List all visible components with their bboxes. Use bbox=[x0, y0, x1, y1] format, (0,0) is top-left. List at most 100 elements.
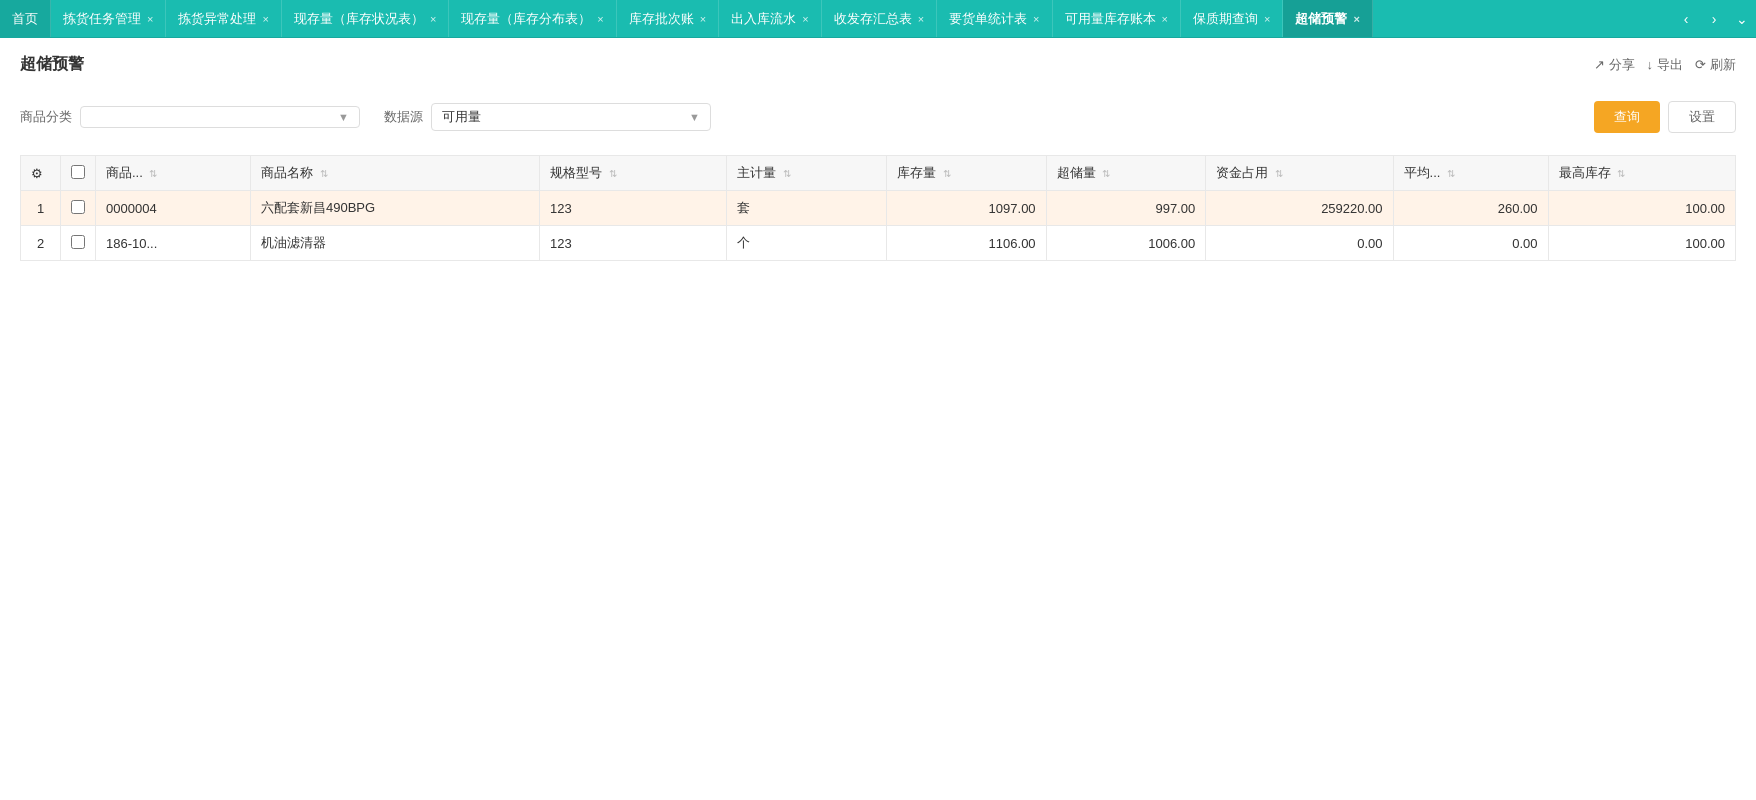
nav-pick-task[interactable]: 拣货任务管理 × bbox=[51, 0, 166, 37]
nav-label: 出入库流水 bbox=[731, 10, 796, 28]
top-navigation: 首页 拣货任务管理 × 拣货异常处理 × 现存量（库存状况表） × 现存量（库存… bbox=[0, 0, 1756, 38]
nav-shelf-life[interactable]: 保质期查询 × bbox=[1181, 0, 1283, 37]
nav-batch-account[interactable]: 库存批次账 × bbox=[617, 0, 719, 37]
nav-next-arrow[interactable]: › bbox=[1700, 0, 1728, 37]
cell-product-name: 六配套新昌490BPG bbox=[250, 191, 539, 226]
th-spec[interactable]: 规格型号 ⇅ bbox=[540, 156, 727, 191]
th-stock-label: 库存量 bbox=[897, 165, 936, 180]
nav-close-pick-task[interactable]: × bbox=[147, 13, 153, 25]
datasource-value: 可用量 bbox=[442, 108, 481, 126]
nav-label: 库存批次账 bbox=[629, 10, 694, 28]
category-filter: 商品分类 ▼ bbox=[20, 106, 360, 128]
th-overstock-label: 超储量 bbox=[1057, 165, 1096, 180]
cell-product-code: 186-10... bbox=[96, 226, 251, 261]
nav-label: 保质期查询 bbox=[1193, 10, 1258, 28]
th-stock[interactable]: 库存量 ⇅ bbox=[887, 156, 1047, 191]
category-chevron-icon: ▼ bbox=[338, 111, 349, 123]
page-header: 超储预警 ↗ 分享 ↓ 导出 ⟳ 刷新 bbox=[20, 54, 1736, 75]
row-checkbox-cell[interactable] bbox=[61, 226, 96, 261]
share-icon: ↗ bbox=[1594, 57, 1605, 72]
nav-prev-arrow[interactable]: ‹ bbox=[1672, 0, 1700, 37]
datasource-label: 数据源 bbox=[384, 108, 423, 126]
sort-icon-avg: ⇅ bbox=[1447, 168, 1455, 179]
nav-close-inout-flow[interactable]: × bbox=[802, 13, 808, 25]
row-number: 2 bbox=[21, 226, 61, 261]
nav-close-shelf-life[interactable]: × bbox=[1264, 13, 1270, 25]
nav-pick-exception[interactable]: 拣货异常处理 × bbox=[166, 0, 281, 37]
th-unit-label: 主计量 bbox=[737, 165, 776, 180]
category-select[interactable]: ▼ bbox=[80, 106, 360, 128]
nav-close-stock-status[interactable]: × bbox=[430, 13, 436, 25]
row-checkbox-cell[interactable] bbox=[61, 191, 96, 226]
nav-close-summary[interactable]: × bbox=[918, 13, 924, 25]
nav-close-overstock-warning[interactable]: × bbox=[1353, 13, 1359, 25]
main-content: 超储预警 ↗ 分享 ↓ 导出 ⟳ 刷新 商品分类 ▼ 数据源 bbox=[0, 38, 1756, 800]
data-table: ⚙ 商品... ⇅ 商品名称 ⇅ 规格型号 ⇅ 主计量 bbox=[20, 155, 1736, 261]
sort-icon-capital: ⇅ bbox=[1275, 168, 1283, 179]
cell-avg: 260.00 bbox=[1393, 191, 1548, 226]
cell-spec: 123 bbox=[540, 226, 727, 261]
nav-label: 可用量库存账本 bbox=[1065, 10, 1156, 28]
th-capital[interactable]: 资金占用 ⇅ bbox=[1206, 156, 1393, 191]
filter-action-buttons: 查询 设置 bbox=[1594, 101, 1736, 133]
export-button[interactable]: ↓ 导出 bbox=[1647, 56, 1684, 74]
nav-label: 拣货异常处理 bbox=[178, 10, 256, 28]
nav-close-demand-stats[interactable]: × bbox=[1033, 13, 1039, 25]
nav-label: 要货单统计表 bbox=[949, 10, 1027, 28]
th-product-code-label: 商品... bbox=[106, 165, 143, 180]
table-row: 1 0000004 六配套新昌490BPG 123 套 1097.00 997.… bbox=[21, 191, 1736, 226]
cell-capital: 0.00 bbox=[1206, 226, 1393, 261]
nav-home-label: 首页 bbox=[12, 10, 38, 28]
nav-close-pick-exception[interactable]: × bbox=[262, 13, 268, 25]
select-all-checkbox[interactable] bbox=[71, 165, 85, 179]
nav-label: 收发存汇总表 bbox=[834, 10, 912, 28]
th-overstock[interactable]: 超储量 ⇅ bbox=[1046, 156, 1206, 191]
row-number: 1 bbox=[21, 191, 61, 226]
cell-max-stock: 100.00 bbox=[1548, 191, 1735, 226]
row-checkbox[interactable] bbox=[71, 200, 85, 214]
refresh-button[interactable]: ⟳ 刷新 bbox=[1695, 56, 1736, 74]
nav-stock-dist[interactable]: 现存量（库存分布表） × bbox=[449, 0, 616, 37]
cell-unit: 个 bbox=[727, 226, 887, 261]
th-product-code[interactable]: 商品... ⇅ bbox=[96, 156, 251, 191]
th-spec-label: 规格型号 bbox=[550, 165, 602, 180]
gear-icon: ⚙ bbox=[31, 166, 43, 181]
nav-arrow-controls: ‹ › ⌄ bbox=[1672, 0, 1756, 37]
refresh-label: 刷新 bbox=[1710, 56, 1736, 74]
sort-icon-unit: ⇅ bbox=[783, 168, 791, 179]
nav-summary[interactable]: 收发存汇总表 × bbox=[822, 0, 937, 37]
row-checkbox[interactable] bbox=[71, 235, 85, 249]
th-unit[interactable]: 主计量 ⇅ bbox=[727, 156, 887, 191]
cell-spec: 123 bbox=[540, 191, 727, 226]
share-label: 分享 bbox=[1609, 56, 1635, 74]
header-actions: ↗ 分享 ↓ 导出 ⟳ 刷新 bbox=[1594, 56, 1737, 74]
export-icon: ↓ bbox=[1647, 57, 1654, 72]
nav-demand-stats[interactable]: 要货单统计表 × bbox=[937, 0, 1052, 37]
sort-icon-product-code: ⇅ bbox=[149, 168, 157, 179]
nav-close-batch-account[interactable]: × bbox=[700, 13, 706, 25]
th-max-stock[interactable]: 最高库存 ⇅ bbox=[1548, 156, 1735, 191]
th-gear[interactable]: ⚙ bbox=[21, 156, 61, 191]
datasource-select[interactable]: 可用量 ▼ bbox=[431, 103, 711, 131]
cell-stock: 1097.00 bbox=[887, 191, 1047, 226]
nav-home[interactable]: 首页 bbox=[0, 0, 51, 37]
cell-max-stock: 100.00 bbox=[1548, 226, 1735, 261]
cell-overstock: 1006.00 bbox=[1046, 226, 1206, 261]
filter-bar: 商品分类 ▼ 数据源 可用量 ▼ 查询 设置 bbox=[20, 91, 1736, 143]
datasource-filter: 数据源 可用量 ▼ bbox=[384, 103, 711, 131]
nav-close-available-account[interactable]: × bbox=[1162, 13, 1168, 25]
table-row: 2 186-10... 机油滤清器 123 个 1106.00 1006.00 … bbox=[21, 226, 1736, 261]
settings-button[interactable]: 设置 bbox=[1668, 101, 1736, 133]
nav-available-account[interactable]: 可用量库存账本 × bbox=[1053, 0, 1181, 37]
share-button[interactable]: ↗ 分享 bbox=[1594, 56, 1635, 74]
nav-inout-flow[interactable]: 出入库流水 × bbox=[719, 0, 821, 37]
th-checkbox[interactable] bbox=[61, 156, 96, 191]
nav-more-arrow[interactable]: ⌄ bbox=[1728, 0, 1756, 37]
cell-product-code: 0000004 bbox=[96, 191, 251, 226]
th-product-name[interactable]: 商品名称 ⇅ bbox=[250, 156, 539, 191]
nav-stock-status[interactable]: 现存量（库存状况表） × bbox=[282, 0, 449, 37]
nav-close-stock-dist[interactable]: × bbox=[597, 13, 603, 25]
query-button[interactable]: 查询 bbox=[1594, 101, 1660, 133]
th-avg[interactable]: 平均... ⇅ bbox=[1393, 156, 1548, 191]
nav-overstock-warning[interactable]: 超储预警 × bbox=[1283, 0, 1372, 37]
